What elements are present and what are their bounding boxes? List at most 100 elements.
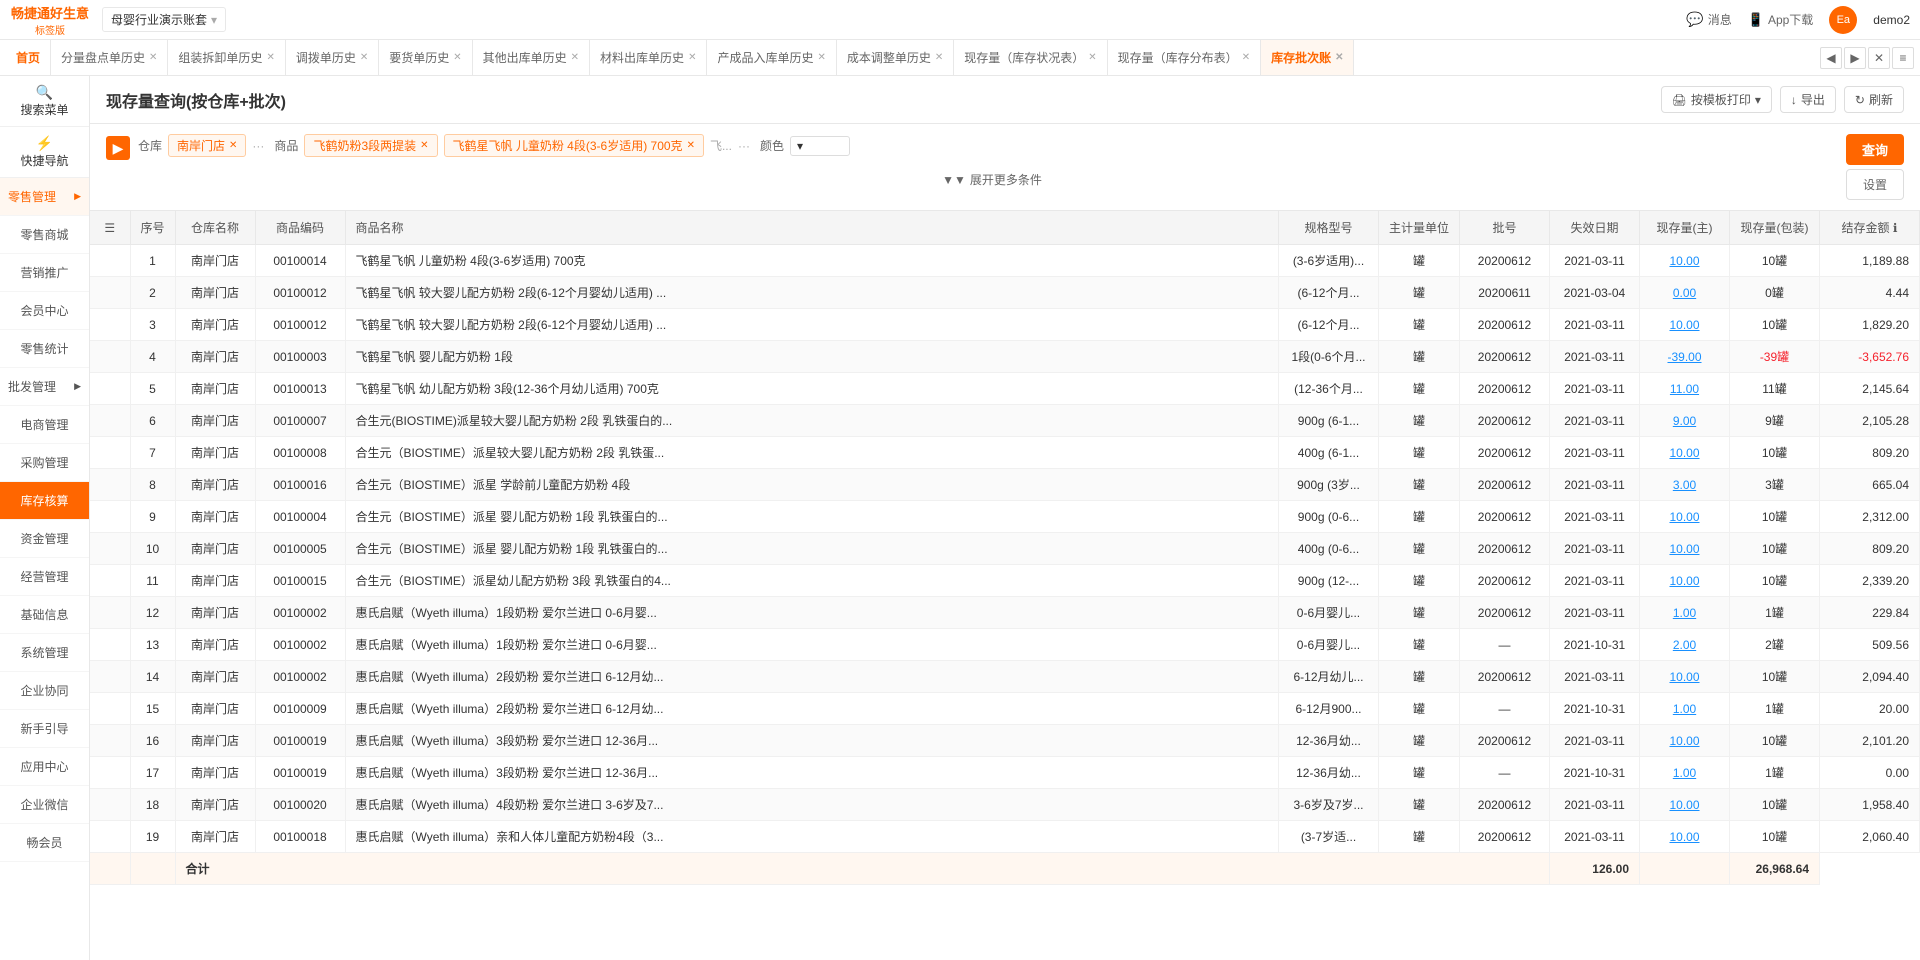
sidebar-item-ecommerce[interactable]: 电商管理 (0, 406, 89, 444)
app-download-btn[interactable]: 📱 App下载 (1748, 11, 1814, 28)
qty-main-cell[interactable]: 10.00 (1640, 661, 1730, 693)
tab-home[interactable]: 首页 (6, 40, 51, 76)
quicknav-icon: ⚡ (6, 135, 83, 152)
tab-demand-history[interactable]: 要货单历史 ✕ (379, 40, 472, 76)
user-name[interactable]: demo2 (1873, 13, 1910, 27)
qty-main-cell[interactable]: 10.00 (1640, 437, 1730, 469)
sidebar-item-wholesale[interactable]: 批发管理 ▶ (0, 368, 89, 406)
table-row: 8 南岸门店 00100016 合生元（BIOSTIME）派星 学龄前儿童配方奶… (90, 469, 1920, 501)
product-tag-1[interactable]: 飞鹤奶粉3段两提装 ✕ (304, 134, 437, 157)
qty-main-cell[interactable]: -39.00 (1640, 341, 1730, 373)
tab-material-out-history[interactable]: 材料出库单历史 ✕ (590, 40, 707, 76)
sidebar-item-retail-shop[interactable]: 零售商城 (0, 216, 89, 254)
qty-main-cell[interactable]: 11.00 (1640, 373, 1730, 405)
settings-button[interactable]: 设置 (1846, 169, 1904, 200)
sidebar-item-retail-stats[interactable]: 零售统计 (0, 330, 89, 368)
tab-close-icon[interactable]: ✕ (571, 52, 579, 63)
sidebar-item-system[interactable]: 系统管理 (0, 634, 89, 672)
sidebar-item-inventory[interactable]: 库存核算 (0, 482, 89, 520)
sidebar-item-member[interactable]: 会员中心 (0, 292, 89, 330)
qty-main-cell[interactable]: 10.00 (1640, 245, 1730, 277)
tab-product-in-history[interactable]: 产成品入库单历史 ✕ (707, 40, 836, 76)
qty-main-cell[interactable]: 1.00 (1640, 597, 1730, 629)
tab-close-icon[interactable]: ✕ (1088, 52, 1096, 63)
sidebar-item-retail[interactable]: 零售管理 ▶ (0, 178, 89, 216)
color-filter: 颜色 ▾ (760, 136, 850, 156)
tab-cost-adjust-history[interactable]: 成本调整单历史 ✕ (837, 40, 954, 76)
qty-main-cell[interactable]: 10.00 (1640, 789, 1730, 821)
tab-close-icon[interactable]: ✕ (149, 52, 157, 63)
product-more[interactable]: 飞... (710, 137, 732, 154)
tab-other-out-history[interactable]: 其他出库单历史 ✕ (473, 40, 590, 76)
sidebar-item-purchase[interactable]: 采购管理 (0, 444, 89, 482)
filter-line-1: 仓库 南岸门店 ✕ ··· 商品 飞鹤奶粉3段两提装 ✕ (138, 134, 1846, 157)
export-button[interactable]: ↓ 导出 (1780, 86, 1836, 113)
tab-close-icon[interactable]: ✕ (1335, 52, 1343, 63)
sidebar-item-enterprise[interactable]: 企业协同 (0, 672, 89, 710)
tab-close-all-btn[interactable]: ✕ (1868, 47, 1890, 69)
th-qty-main: 现存量(主) (1640, 211, 1730, 245)
tab-navigation: ◀ ▶ ✕ ≡ (1820, 47, 1914, 69)
sidebar-item-marketing[interactable]: 营销推广 (0, 254, 89, 292)
message-icon: 💬 (1686, 11, 1703, 28)
sidebar-item-basic[interactable]: 基础信息 (0, 596, 89, 634)
query-button[interactable]: 查询 (1846, 134, 1904, 165)
tab-mixing-history[interactable]: 调拨单历史 ✕ (286, 40, 379, 76)
product-tag-2-close-icon[interactable]: ✕ (687, 140, 695, 151)
tab-close-icon[interactable]: ✕ (360, 52, 368, 63)
tab-menu-btn[interactable]: ≡ (1892, 47, 1914, 69)
warehouse-tag-close-icon[interactable]: ✕ (229, 140, 237, 151)
tab-inventory-dist[interactable]: 现存量（库存分布表） ✕ (1108, 40, 1261, 76)
qty-main-cell[interactable]: 10.00 (1640, 725, 1730, 757)
product-tag-2[interactable]: 飞鹤星飞帆 儿童奶粉 4段(3-6岁适用) 700克 ✕ (444, 134, 704, 157)
nav-selector[interactable]: 母婴行业演示账套 ▾ (102, 7, 226, 32)
qty-main-cell[interactable]: 1.00 (1640, 693, 1730, 725)
product-tag-1-close-icon[interactable]: ✕ (420, 140, 428, 151)
qty-main-cell[interactable]: 3.00 (1640, 469, 1730, 501)
sidebar-item-finance[interactable]: 资金管理 (0, 520, 89, 558)
tab-next-btn[interactable]: ▶ (1844, 47, 1866, 69)
tab-close-icon[interactable]: ✕ (817, 52, 825, 63)
tab-prev-btn[interactable]: ◀ (1820, 47, 1842, 69)
print-button[interactable]: 🖨 按模板打印 ▾ (1661, 86, 1772, 113)
table-row: 14 南岸门店 00100002 惠氏启赋（Wyeth illuma）2段奶粉 … (90, 661, 1920, 693)
tab-disassemble-history[interactable]: 组装拆卸单历史 ✕ (168, 40, 285, 76)
tab-close-icon[interactable]: ✕ (935, 52, 943, 63)
refresh-button[interactable]: ↻ 刷新 (1844, 86, 1904, 113)
refresh-icon: ↻ (1855, 93, 1865, 107)
tab-batch-voucher[interactable]: 库存批次账 ✕ (1261, 40, 1354, 76)
expand-more-btn[interactable]: ▼▼ 展开更多条件 (138, 165, 1846, 194)
warehouse-tag[interactable]: 南岸门店 ✕ (168, 134, 246, 157)
sidebar-item-appcenter[interactable]: 应用中心 (0, 748, 89, 786)
tab-split-history[interactable]: 分量盘点单历史 ✕ (51, 40, 168, 76)
color-select[interactable]: ▾ (790, 136, 850, 156)
tab-close-icon[interactable]: ✕ (266, 52, 274, 63)
tab-close-icon[interactable]: ✕ (1242, 52, 1250, 63)
product-more2[interactable]: ··· (738, 139, 750, 153)
filter-toggle-btn[interactable]: ▶ (106, 136, 130, 160)
qty-main-cell[interactable]: 9.00 (1640, 405, 1730, 437)
sidebar-item-operations[interactable]: 经营管理 (0, 558, 89, 596)
tab-close-icon[interactable]: ✕ (688, 52, 696, 63)
qty-main-cell[interactable]: 1.00 (1640, 757, 1730, 789)
product-label: 商品 (274, 137, 298, 154)
qty-main-cell[interactable]: 10.00 (1640, 533, 1730, 565)
sidebar-quicknav[interactable]: ⚡ 快捷导航 (0, 127, 89, 178)
sidebar-item-weapp[interactable]: 企业微信 (0, 786, 89, 824)
sidebar-search[interactable]: 🔍 搜索菜单 (0, 76, 89, 127)
qty-main-cell[interactable]: 2.00 (1640, 629, 1730, 661)
qty-main-cell[interactable]: 10.00 (1640, 501, 1730, 533)
th-settings[interactable]: ☰ (90, 211, 130, 245)
tab-close-icon[interactable]: ✕ (453, 52, 461, 63)
top-bar: 畅捷通好生意 标签版 母婴行业演示账套 ▾ 💬 消息 📱 App下载 Ea de… (0, 0, 1920, 40)
message-btn[interactable]: 💬 消息 (1686, 11, 1731, 28)
qty-main-cell[interactable]: 10.00 (1640, 309, 1730, 341)
qty-main-cell[interactable]: 10.00 (1640, 821, 1730, 853)
sidebar-item-member2[interactable]: 畅会员 (0, 824, 89, 862)
tab-inventory-status[interactable]: 现存量（库存状况表） ✕ (954, 40, 1107, 76)
qty-main-cell[interactable]: 10.00 (1640, 565, 1730, 597)
sidebar-item-newguide[interactable]: 新手引导 (0, 710, 89, 748)
table-row: 17 南岸门店 00100019 惠氏启赋（Wyeth illuma）3段奶粉 … (90, 757, 1920, 789)
qty-main-cell[interactable]: 0.00 (1640, 277, 1730, 309)
warehouse-more[interactable]: ··· (252, 139, 264, 153)
